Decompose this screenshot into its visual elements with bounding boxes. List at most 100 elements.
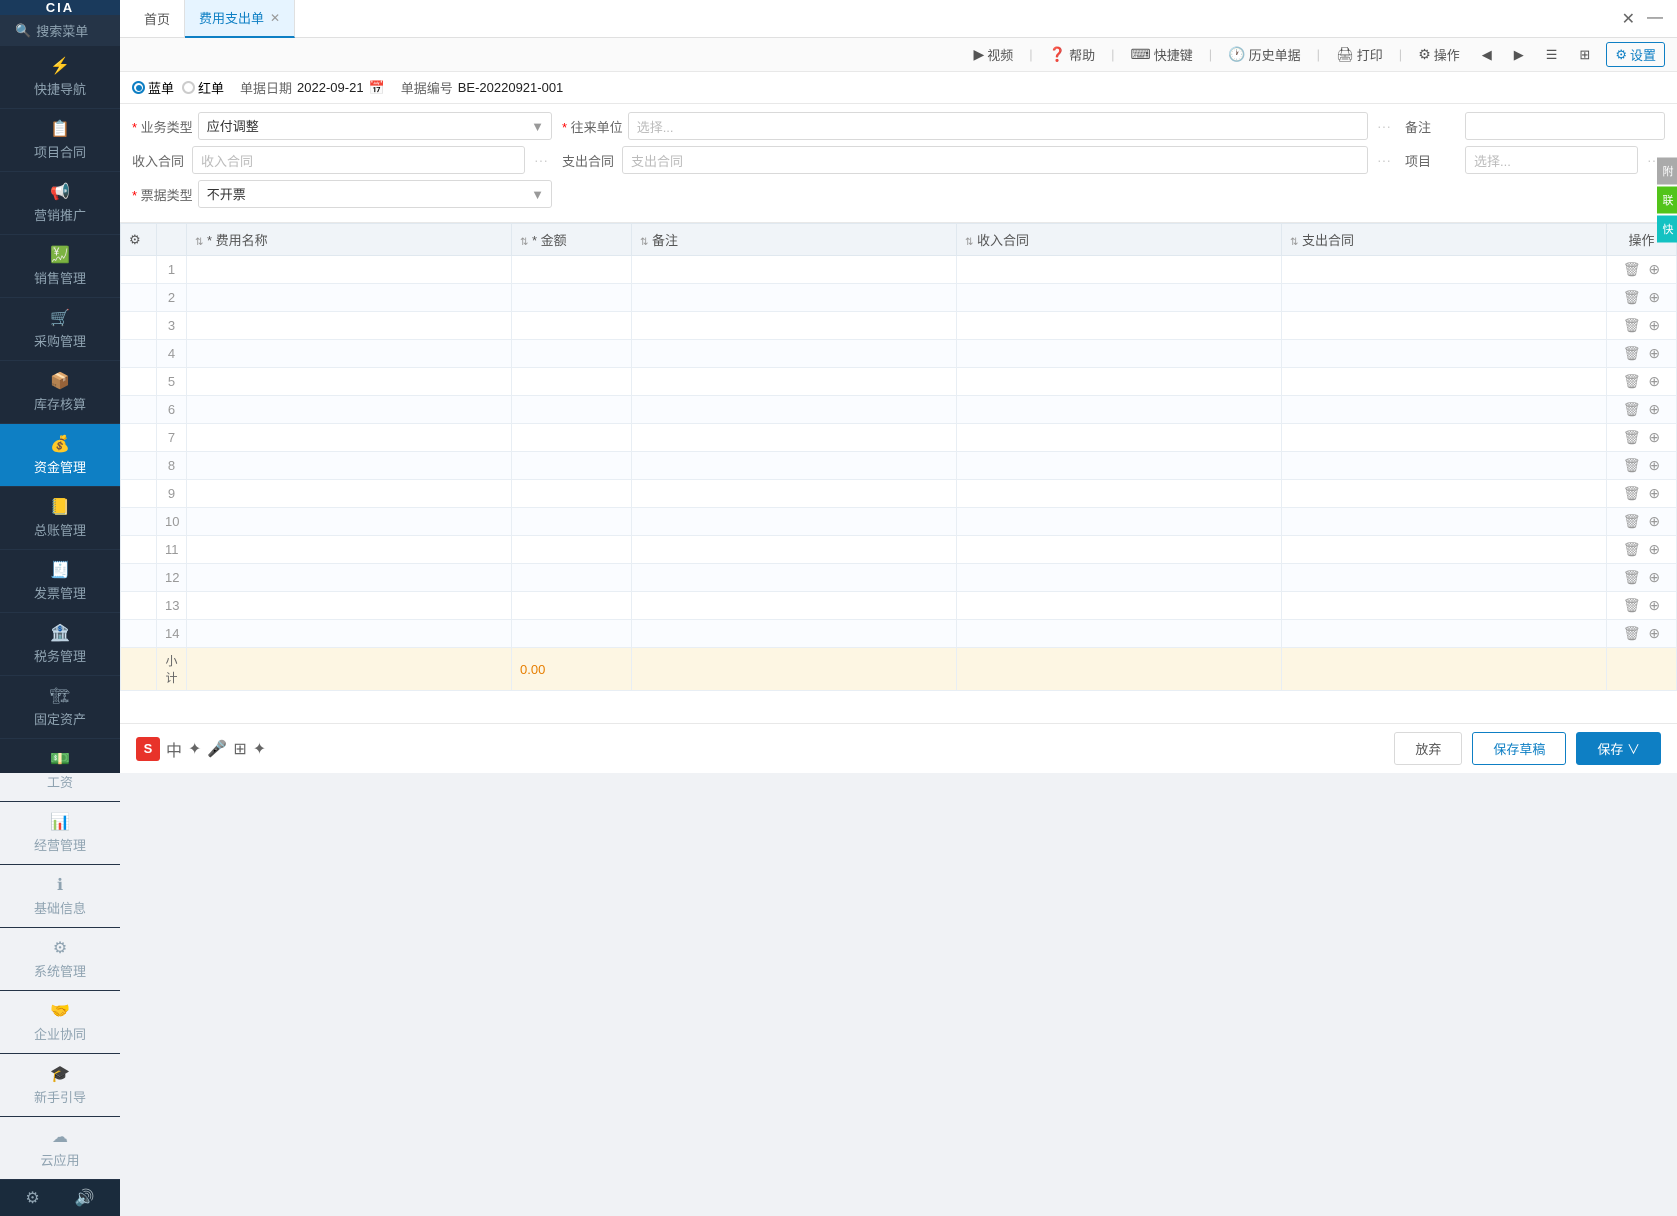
row-expense-name-4[interactable] — [187, 340, 512, 368]
brand-mic-icon[interactable]: 🎤 — [207, 739, 227, 759]
sidebar-item-newcomer[interactable]: 🎓新手引导 — [0, 1054, 120, 1117]
tab-expense[interactable]: 费用支出单 ✕ — [185, 0, 295, 38]
brand-diamond-icon[interactable]: ✦ — [188, 739, 201, 759]
table-gear-col[interactable]: ⚙ — [121, 224, 157, 256]
row-expense-contract-12[interactable] — [1282, 564, 1607, 592]
row-expense-name-3[interactable] — [187, 312, 512, 340]
row-delete-btn-5[interactable]: 🗑 — [1623, 373, 1641, 389]
expense-contract-input[interactable]: 支出合同 — [622, 146, 1368, 174]
row-copy-btn-1[interactable]: ⊕ — [1648, 261, 1660, 277]
window-min-icon[interactable]: — — [1643, 7, 1667, 31]
row-copy-btn-8[interactable]: ⊕ — [1648, 457, 1660, 473]
row-expense-contract-6[interactable] — [1282, 396, 1607, 424]
row-expense-contract-4[interactable] — [1282, 340, 1607, 368]
row-remark-6[interactable] — [632, 396, 957, 424]
row-expense-contract-5[interactable] — [1282, 368, 1607, 396]
row-copy-btn-13[interactable]: ⊕ — [1648, 597, 1660, 613]
row-expense-contract-7[interactable] — [1282, 424, 1607, 452]
row-copy-btn-3[interactable]: ⊕ — [1648, 317, 1660, 333]
sidebar-search[interactable]: 🔍 搜索菜单 — [0, 15, 120, 46]
row-expense-name-5[interactable] — [187, 368, 512, 396]
row-expense-contract-13[interactable] — [1282, 592, 1607, 620]
row-copy-btn-6[interactable]: ⊕ — [1648, 401, 1660, 417]
row-amount-7[interactable] — [512, 424, 632, 452]
actions-btn[interactable]: ⚙ 操作 — [1412, 43, 1466, 66]
blue-bill-radio[interactable]: 蓝单 — [132, 78, 174, 97]
row-amount-8[interactable] — [512, 452, 632, 480]
row-delete-btn-1[interactable]: 🗑 — [1623, 261, 1641, 277]
row-copy-btn-7[interactable]: ⊕ — [1648, 429, 1660, 445]
col-expense-name[interactable]: ⇅ * 费用名称 — [187, 224, 512, 256]
row-copy-btn-11[interactable]: ⊕ — [1648, 541, 1660, 557]
row-expense-name-7[interactable] — [187, 424, 512, 452]
row-remark-13[interactable] — [632, 592, 957, 620]
sidebar-item-system[interactable]: ⚙系统管理 — [0, 928, 120, 991]
row-delete-btn-6[interactable]: 🗑 — [1623, 401, 1641, 417]
row-remark-1[interactable] — [632, 256, 957, 284]
row-delete-btn-10[interactable]: 🗑 — [1623, 513, 1641, 529]
edge-tab-link[interactable]: 联 — [1657, 187, 1677, 214]
save-draft-button[interactable]: 保存草稿 — [1472, 732, 1566, 765]
row-income-contract-1[interactable] — [957, 256, 1282, 284]
sidebar-item-sales[interactable]: 💹销售管理 — [0, 235, 120, 298]
row-amount-3[interactable] — [512, 312, 632, 340]
row-expense-name-8[interactable] — [187, 452, 512, 480]
row-amount-11[interactable] — [512, 536, 632, 564]
project-input[interactable]: 选择... — [1465, 146, 1638, 174]
sidebar-item-ledger[interactable]: 📒总账管理 — [0, 487, 120, 550]
red-bill-radio[interactable]: 红单 — [182, 78, 224, 97]
income-contract-more-btn[interactable]: ··· — [530, 152, 552, 168]
row-delete-btn-9[interactable]: 🗑 — [1623, 485, 1641, 501]
sidebar-item-inventory[interactable]: 📦库存核算 — [0, 361, 120, 424]
sidebar-item-invoice[interactable]: 🧾发票管理 — [0, 550, 120, 613]
row-delete-btn-13[interactable]: 🗑 — [1623, 597, 1641, 613]
row-copy-btn-4[interactable]: ⊕ — [1648, 345, 1660, 361]
row-expense-name-12[interactable] — [187, 564, 512, 592]
row-income-contract-7[interactable] — [957, 424, 1282, 452]
row-amount-6[interactable] — [512, 396, 632, 424]
tab-home[interactable]: 首页 — [130, 0, 185, 38]
row-expense-name-2[interactable] — [187, 284, 512, 312]
settings-icon[interactable]: ⚙ — [25, 1188, 39, 1208]
sidebar-item-salary[interactable]: 💵工资 — [0, 739, 120, 802]
row-remark-2[interactable] — [632, 284, 957, 312]
row-delete-btn-12[interactable]: 🗑 — [1623, 569, 1641, 585]
sidebar-item-basic[interactable]: ℹ基础信息 — [0, 865, 120, 928]
sidebar-item-project[interactable]: 📋项目合同 — [0, 109, 120, 172]
invoice-type-select[interactable]: 不开票 — [198, 180, 552, 208]
row-amount-13[interactable] — [512, 592, 632, 620]
row-remark-5[interactable] — [632, 368, 957, 396]
row-copy-btn-12[interactable]: ⊕ — [1648, 569, 1660, 585]
brand-grid-icon[interactable]: ⊞ — [233, 739, 246, 759]
col-remark[interactable]: ⇅ 备注 — [632, 224, 957, 256]
row-remark-14[interactable] — [632, 620, 957, 648]
row-expense-contract-14[interactable] — [1282, 620, 1607, 648]
sidebar-item-purchase[interactable]: 🛒采购管理 — [0, 298, 120, 361]
row-copy-btn-14[interactable]: ⊕ — [1648, 625, 1660, 641]
row-income-contract-9[interactable] — [957, 480, 1282, 508]
brand-zhong-icon[interactable]: 中 — [166, 737, 182, 761]
nav-prev-btn[interactable]: ◀ — [1476, 45, 1498, 65]
grid-view-btn[interactable]: ⊞ — [1573, 45, 1596, 65]
row-expense-name-14[interactable] — [187, 620, 512, 648]
remark-input[interactable] — [1465, 112, 1665, 140]
row-income-contract-14[interactable] — [957, 620, 1282, 648]
row-income-contract-5[interactable] — [957, 368, 1282, 396]
row-remark-10[interactable] — [632, 508, 957, 536]
help-btn[interactable]: ❓ 帮助 — [1043, 43, 1101, 66]
settings-btn[interactable]: ⚙ 设置 — [1606, 42, 1665, 67]
row-remark-8[interactable] — [632, 452, 957, 480]
audio-icon[interactable]: 🔊 — [75, 1188, 95, 1208]
row-expense-contract-8[interactable] — [1282, 452, 1607, 480]
row-amount-10[interactable] — [512, 508, 632, 536]
row-expense-contract-11[interactable] — [1282, 536, 1607, 564]
row-copy-btn-10[interactable]: ⊕ — [1648, 513, 1660, 529]
row-expense-contract-3[interactable] — [1282, 312, 1607, 340]
sidebar-item-capital[interactable]: 💰资金管理 — [0, 424, 120, 487]
row-delete-btn-2[interactable]: 🗑 — [1623, 289, 1641, 305]
tab-close-icon[interactable]: ✕ — [270, 11, 280, 25]
row-copy-btn-5[interactable]: ⊕ — [1648, 373, 1660, 389]
sidebar-item-assets[interactable]: 🏗固定资产 — [0, 676, 120, 739]
row-income-contract-2[interactable] — [957, 284, 1282, 312]
discard-button[interactable]: 放弃 — [1394, 732, 1462, 765]
